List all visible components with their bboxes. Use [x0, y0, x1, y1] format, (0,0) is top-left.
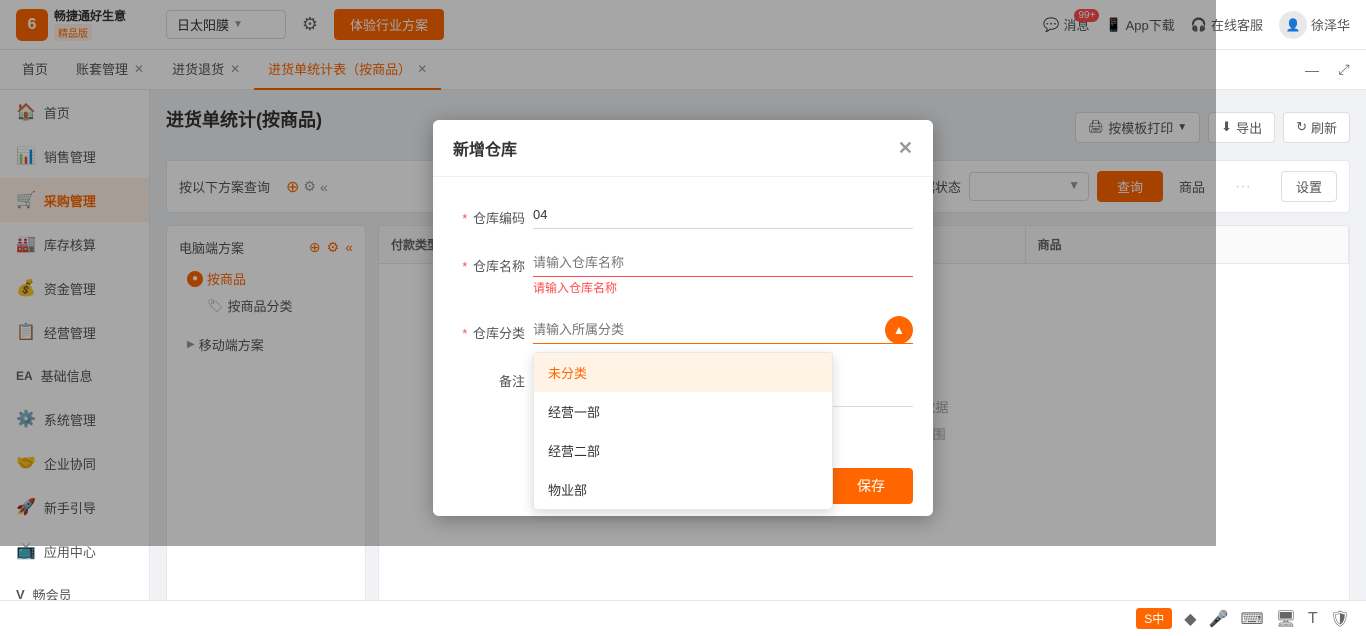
export-icon: ⬇	[1221, 119, 1232, 135]
modal-body: * 仓库编码 * 仓库名称 请输入仓库名称	[433, 177, 933, 456]
bottom-keyboard-icon[interactable]: ⌨	[1241, 609, 1264, 629]
bottom-mic-icon[interactable]: 🎤	[1209, 609, 1229, 629]
modal-overlay[interactable]: 新增仓库 ✕ * 仓库编码 * 仓库名称	[0, 0, 1216, 546]
dropdown-item-dept1[interactable]: 经营一部	[534, 392, 832, 431]
add-warehouse-modal: 新增仓库 ✕ * 仓库编码 * 仓库名称	[433, 120, 933, 516]
export-button[interactable]: ⬇ 导出	[1208, 112, 1275, 143]
name-label: * 仓库名称	[453, 249, 533, 275]
bottom-t-icon[interactable]: T	[1308, 610, 1318, 628]
tab-end-buttons: — ⤢	[1298, 56, 1358, 84]
chevron-up-icon: ▲	[893, 323, 905, 337]
form-row-name: * 仓库名称 请输入仓库名称	[453, 249, 913, 296]
category-dropdown: 未分类 经营一部 经营二部 物业部	[533, 352, 833, 510]
bottom-diamond-icon[interactable]: ◆	[1184, 609, 1196, 629]
name-input[interactable]	[533, 249, 913, 277]
form-row-category: * 仓库分类 ▲ 未分类	[453, 316, 913, 344]
form-row-code: * 仓库编码	[453, 201, 913, 229]
bottom-bar: S中 ◆ 🎤 ⌨ 🖥 T 🛡	[0, 600, 1366, 636]
user-item[interactable]: 👤 徐泽华	[1279, 11, 1350, 39]
code-label: * 仓库编码	[453, 201, 533, 227]
dropdown-item-dept2[interactable]: 经营二部	[534, 431, 832, 470]
code-input[interactable]	[533, 201, 913, 229]
tab-expand-icon[interactable]: ⤢	[1330, 56, 1358, 84]
code-input-wrap	[533, 201, 913, 229]
goods-dots: ···	[1213, 178, 1273, 196]
tab-minimize-icon[interactable]: —	[1298, 56, 1326, 84]
refresh-button[interactable]: ↻ 刷新	[1283, 112, 1350, 143]
modal-header: 新增仓库 ✕	[433, 120, 933, 177]
name-error-msg: 请输入仓库名称	[533, 279, 913, 296]
category-dropdown-btn[interactable]: ▲	[885, 316, 913, 344]
bottom-lang-icon[interactable]: S中	[1136, 608, 1172, 629]
modal-title: 新增仓库	[453, 136, 517, 160]
settings-button[interactable]: 设置	[1281, 171, 1337, 202]
bottom-shield-icon[interactable]: 🛡	[1330, 609, 1350, 629]
category-input-wrap: ▲ 未分类 经营一部 经营二部	[533, 316, 913, 344]
note-label: 备注	[453, 364, 533, 390]
save-button[interactable]: 保存	[829, 468, 913, 504]
category-input[interactable]	[533, 316, 913, 344]
modal-close-icon[interactable]: ✕	[898, 138, 913, 159]
refresh-icon: ↻	[1296, 119, 1307, 135]
dropdown-item-property[interactable]: 物业部	[534, 470, 832, 509]
category-select-wrap: ▲	[533, 316, 913, 344]
name-input-wrap: 请输入仓库名称	[533, 249, 913, 296]
dropdown-item-uncategorized[interactable]: 未分类	[534, 353, 832, 392]
category-label: * 仓库分类	[453, 316, 533, 342]
bottom-monitor-icon[interactable]: 🖥	[1276, 609, 1296, 629]
avatar: 👤	[1279, 11, 1307, 39]
